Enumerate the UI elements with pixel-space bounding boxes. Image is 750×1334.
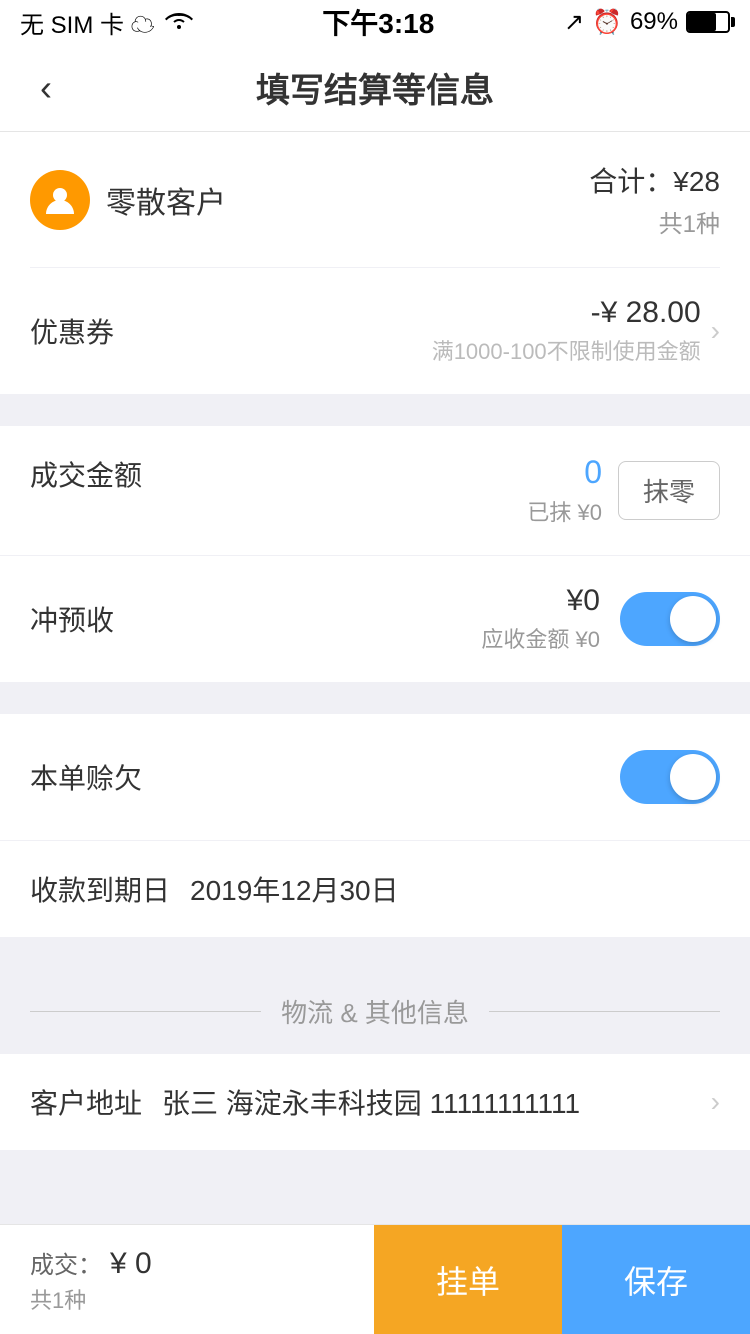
address-value: 张三 海淀永丰科技园 11111111111 xyxy=(162,1082,711,1122)
debit-row: 本单赊欠 xyxy=(0,714,750,840)
chevron-right-icon: › xyxy=(711,315,720,347)
status-right: ↗ ⏰ 69% xyxy=(564,8,730,37)
prepaid-sub: 应收金额 ¥0 xyxy=(481,622,600,654)
customer-right: 合计：¥28 共1种 xyxy=(589,160,720,239)
customer-left: 零散客户 xyxy=(30,170,226,230)
debit-toggle-knob xyxy=(670,754,716,800)
deal-sub: 已抹 ¥0 xyxy=(527,495,602,527)
customer-section: 零散客户 合计：¥28 共1种 优惠券 -¥ 28.00 满1000-100不限… xyxy=(0,132,750,394)
debit-label: 本单赊欠 xyxy=(30,757,142,797)
coupon-amount: -¥ 28.00 xyxy=(432,296,701,330)
alarm-icon: ⏰ xyxy=(592,8,622,37)
prepaid-row: 冲预收 ¥0 应收金额 ¥0 xyxy=(0,555,750,682)
deal-right: 0 已抹 ¥0 抹零 xyxy=(527,454,720,527)
avatar xyxy=(30,170,90,230)
bottom-deal-value: ¥ 0 xyxy=(110,1247,152,1281)
section-divider-1 xyxy=(0,410,750,426)
bottom-count: 共1种 xyxy=(30,1283,344,1315)
page-title: 填写结算等信息 xyxy=(256,63,494,112)
bottom-buttons: 挂单 保存 xyxy=(374,1225,750,1334)
prepaid-toggle[interactable] xyxy=(620,592,720,646)
save-button[interactable]: 保存 xyxy=(562,1225,750,1334)
address-label: 客户地址 xyxy=(30,1082,142,1122)
wifi-icon xyxy=(165,8,193,36)
due-date-row: 收款到期日 2019年12月30日 xyxy=(0,840,750,937)
coupon-right: -¥ 28.00 满1000-100不限制使用金额 › xyxy=(432,296,720,366)
status-bar: 无 SIM 卡 ☁ 下午3:18 ↗ ⏰ 69% xyxy=(0,0,750,44)
debit-toggle[interactable] xyxy=(620,750,720,804)
address-row[interactable]: 客户地址 张三 海淀永丰科技园 11111111111 › xyxy=(0,1054,750,1150)
address-chevron-icon: › xyxy=(711,1086,720,1118)
toggle-knob xyxy=(670,596,716,642)
bottom-bar: 成交： ¥ 0 共1种 挂单 保存 xyxy=(0,1224,750,1334)
debit-section: 本单赊欠 收款到期日 2019年12月30日 xyxy=(0,714,750,937)
logistics-label: 物流 & 其他信息 xyxy=(281,993,469,1030)
bottom-deal-label: 成交： xyxy=(30,1245,102,1280)
logistics-header: 物流 & 其他信息 xyxy=(0,969,750,1054)
status-time: 下午3:18 xyxy=(322,2,434,42)
battery-icon xyxy=(686,11,730,33)
prepaid-value-wrap: ¥0 应收金额 ¥0 xyxy=(481,584,600,654)
logistics-line-right xyxy=(489,1011,720,1012)
prepaid-right: ¥0 应收金额 ¥0 xyxy=(481,584,720,654)
prepaid-label: 冲预收 xyxy=(30,599,114,639)
customer-total: 合计：¥28 xyxy=(589,160,720,200)
status-left: 无 SIM 卡 ☁ xyxy=(20,5,193,40)
due-date-value: 2019年12月30日 xyxy=(190,869,399,909)
customer-name: 零散客户 xyxy=(106,178,226,222)
deal-section: 成交金额 0 已抹 ¥0 抹零 冲预收 ¥0 应收金额 ¥0 xyxy=(0,426,750,682)
customer-count: 共1种 xyxy=(589,204,720,239)
location-icon: ↗ xyxy=(564,8,584,37)
hang-button[interactable]: 挂单 xyxy=(374,1225,562,1334)
deal-amount-label: 成交金额 xyxy=(30,454,142,494)
section-divider-3 xyxy=(0,953,750,969)
nav-bar: ‹ 填写结算等信息 xyxy=(0,44,750,132)
logistics-line-left xyxy=(30,1011,261,1012)
round-button[interactable]: 抹零 xyxy=(618,461,720,520)
content-area: 零散客户 合计：¥28 共1种 优惠券 -¥ 28.00 满1000-100不限… xyxy=(0,132,750,1286)
section-divider-2 xyxy=(0,698,750,714)
customer-row: 零散客户 合计：¥28 共1种 xyxy=(0,132,750,267)
coupon-row[interactable]: 优惠券 -¥ 28.00 满1000-100不限制使用金额 › xyxy=(0,268,750,394)
prepaid-value: ¥0 xyxy=(481,584,600,618)
no-sim-text: 无 SIM 卡 ☁ xyxy=(20,5,155,40)
coupon-value: -¥ 28.00 满1000-100不限制使用金额 xyxy=(432,296,701,366)
due-date-label: 收款到期日 xyxy=(30,869,170,909)
deal-value-wrap: 0 已抹 ¥0 xyxy=(527,454,602,527)
coupon-desc: 满1000-100不限制使用金额 xyxy=(432,334,701,366)
bottom-left: 成交： ¥ 0 共1种 xyxy=(0,1245,374,1315)
coupon-label: 优惠券 xyxy=(30,311,114,351)
deal-amount-row: 成交金额 0 已抹 ¥0 抹零 xyxy=(0,426,750,555)
deal-value: 0 xyxy=(527,454,602,491)
back-button[interactable]: ‹ xyxy=(30,57,62,119)
address-section: 客户地址 张三 海淀永丰科技园 11111111111 › xyxy=(0,1054,750,1150)
battery-percent: 69% xyxy=(630,8,678,36)
